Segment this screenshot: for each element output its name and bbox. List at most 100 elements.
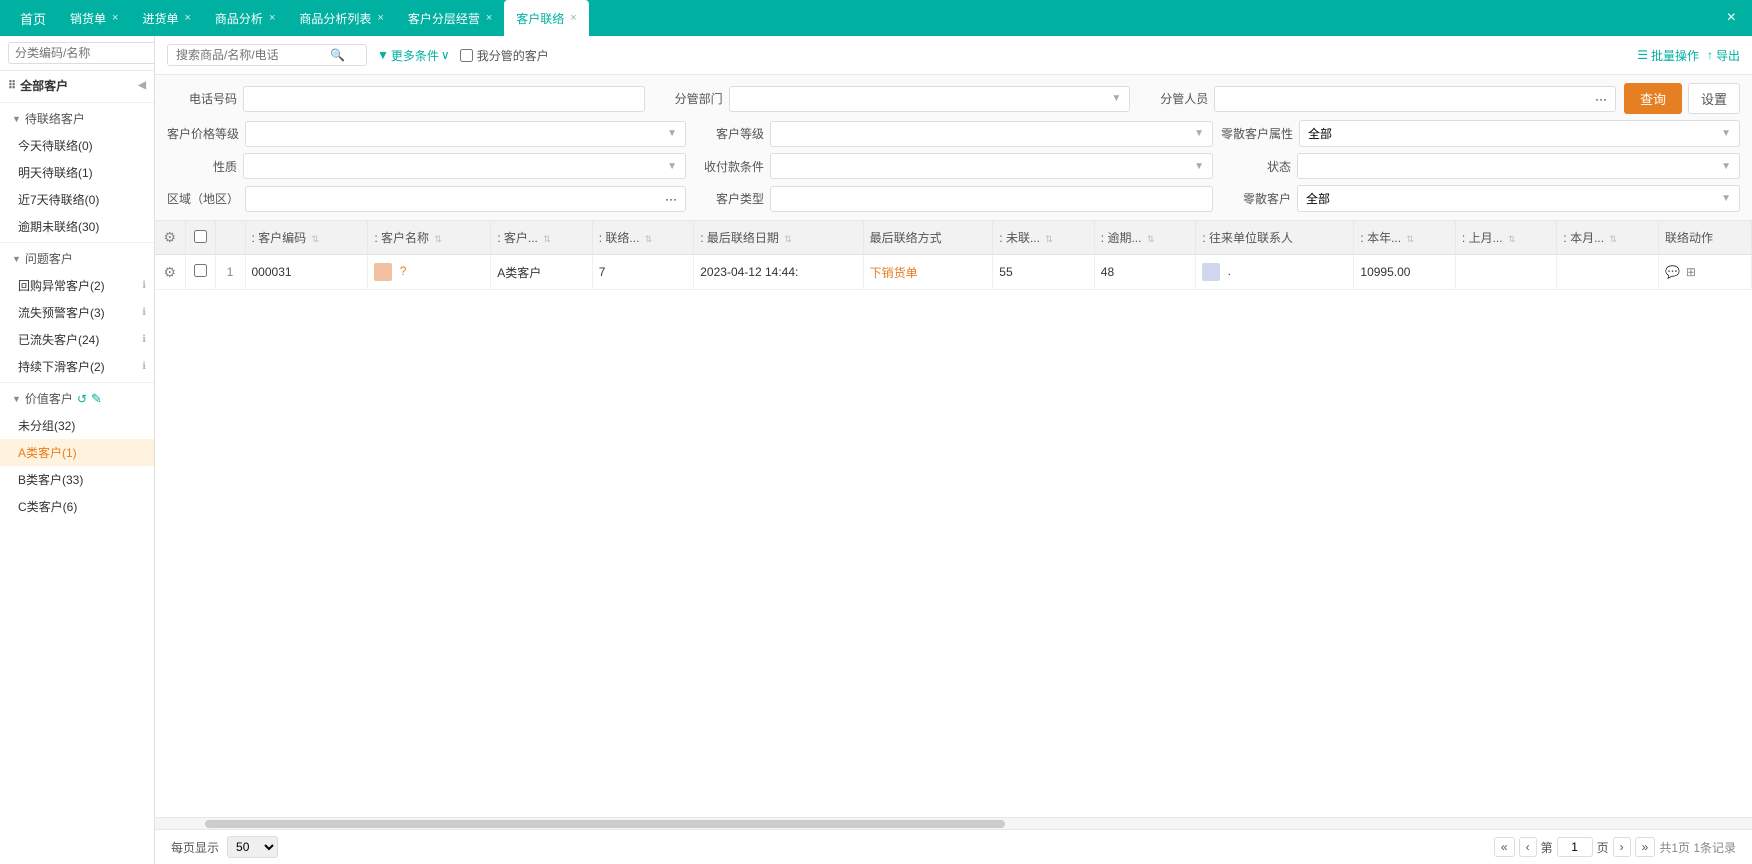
more-filters-button[interactable]: ▼ 更多条件 ∨ [377, 47, 450, 64]
message-icon[interactable]: 💬 [1665, 265, 1680, 279]
filter-region-input[interactable]: ··· [245, 186, 686, 212]
filter-phone-input[interactable] [243, 86, 645, 112]
sort-overdue-icon[interactable]: ⇅ [1147, 234, 1155, 244]
filter-icon: ▼ [377, 48, 389, 62]
sort-nocontact-icon[interactable]: ⇅ [1045, 234, 1053, 244]
close-product-analysis-list[interactable]: × [377, 12, 383, 24]
sidebar-group-value[interactable]: ▼ 价值客户 ↺ ✎ [0, 385, 154, 412]
my-customers-check[interactable] [460, 49, 473, 62]
next-page-button[interactable]: › [1613, 837, 1631, 857]
customer-name-link[interactable]: ? [400, 264, 407, 278]
col-index [215, 221, 245, 255]
close-product-analysis[interactable]: × [269, 12, 275, 24]
col-last-date: : 最后联络日期 ⇅ [694, 221, 863, 255]
close-all-button[interactable]: × [1719, 9, 1744, 27]
sidebar-group-problem[interactable]: ▼ 问题客户 [0, 245, 154, 272]
per-page-select[interactable]: 50 100 200 [227, 836, 278, 858]
row-last-method: 下销货单 [863, 255, 993, 290]
row-gear-icon[interactable]: ⚙ [161, 264, 179, 281]
first-page-button[interactable]: « [1494, 837, 1515, 857]
filter-search-input[interactable] [176, 48, 326, 62]
info-icon-1: ℹ [142, 280, 146, 291]
filter-phone: 电话号码 [167, 86, 645, 112]
nav-customer-tier[interactable]: 客户分层经营 × [396, 0, 504, 36]
nav-product-analysis[interactable]: 商品分析 × [203, 0, 287, 36]
filter-status-select[interactable]: ▼ [1297, 153, 1740, 179]
last-page-button[interactable]: » [1635, 837, 1656, 857]
info-icon-4: ℹ [142, 361, 146, 372]
sidebar-item-class-a[interactable]: A类客户(1) [0, 439, 154, 466]
sidebar-group-pending[interactable]: ▼ 待联络客户 [0, 105, 154, 132]
nav-home[interactable]: 首页 [8, 0, 58, 36]
export-button[interactable]: ↑ 导出 [1707, 47, 1740, 64]
sort-contact-icon[interactable]: ⇅ [645, 234, 653, 244]
advanced-filters: 电话号码 分管部门 ▼ 分管人员 ··· [155, 75, 1752, 221]
close-sales-order[interactable]: × [112, 12, 118, 24]
filter-nature-select[interactable]: ▼ [243, 153, 686, 179]
qr-icon[interactable]: ⊞ [1686, 265, 1696, 279]
my-customers-checkbox[interactable]: 我分管的客户 [460, 47, 549, 64]
scrollbar-thumb[interactable] [205, 820, 1005, 828]
sidebar-all-customers[interactable]: ⠿ 全部客户 ◀ [0, 71, 154, 100]
chevron-dept: ▼ [1111, 93, 1121, 104]
sort-name-icon[interactable]: ⇅ [434, 234, 442, 244]
filter-actions: ☰ 批量操作 ↑ 导出 [1637, 47, 1740, 64]
sort-thismonth-icon[interactable]: ⇅ [1609, 234, 1617, 244]
filter-nature-label: 性质 [167, 158, 237, 175]
batch-operation-button[interactable]: ☰ 批量操作 [1637, 47, 1699, 64]
row-checkbox[interactable] [194, 264, 207, 277]
page-number-input[interactable] [1557, 837, 1593, 857]
col-no-contact: : 未联... ⇅ [993, 221, 1095, 255]
sidebar-item-churned[interactable]: 已流失客户(24) ℹ [0, 326, 154, 353]
filter-scatter-select[interactable]: 全部 ▼ [1299, 120, 1740, 147]
sidebar-search-input[interactable] [8, 42, 155, 64]
sidebar-item-unclassified[interactable]: 未分组(32) [0, 412, 154, 439]
filter-customer-level-select[interactable]: ▼ [770, 121, 1213, 147]
filter-customer-level-label: 客户等级 [694, 125, 764, 142]
refresh-icon[interactable]: ↺ [77, 392, 87, 406]
sidebar-item-class-b[interactable]: B类客户(33) [0, 466, 154, 493]
sort-date-icon[interactable]: ⇅ [784, 234, 792, 244]
row-code: 000031 [245, 255, 368, 290]
sidebar-item-declining[interactable]: 持续下滑客户(2) ℹ [0, 353, 154, 380]
filter-search-icon[interactable]: 🔍 [330, 48, 345, 62]
settings-button[interactable]: 设置 [1688, 83, 1740, 114]
sort-year-icon[interactable]: ⇅ [1406, 234, 1414, 244]
close-customer-contact[interactable]: × [570, 12, 576, 24]
nav-sales-order[interactable]: 销货单 × [58, 0, 130, 36]
sort-lastmonth-icon[interactable]: ⇅ [1508, 234, 1516, 244]
sidebar-item-class-c[interactable]: C类客户(6) [0, 493, 154, 520]
horizontal-scrollbar[interactable] [155, 817, 1752, 829]
filter-price-select[interactable]: ▼ [245, 121, 686, 147]
gear-icon[interactable]: ⚙ [161, 229, 179, 246]
prev-page-button[interactable]: ‹ [1519, 837, 1537, 857]
nav-product-analysis-list[interactable]: 商品分析列表 × [287, 0, 395, 36]
nav-customer-contact[interactable]: 客户联络 × [504, 0, 588, 36]
triangle-icon: ▼ [12, 114, 21, 124]
select-all-checkbox[interactable] [194, 230, 207, 243]
sidebar-item-churn-warning[interactable]: 流失预警客户(3) ℹ [0, 299, 154, 326]
row-overdue: 48 [1094, 255, 1196, 290]
sort-type-icon[interactable]: ⇅ [543, 234, 551, 244]
sort-code-icon[interactable]: ⇅ [312, 234, 320, 244]
nav-purchase-order[interactable]: 进货单 × [130, 0, 202, 36]
filter-payment-select[interactable]: ▼ [770, 153, 1213, 179]
sidebar-item-overdue-contact[interactable]: 逾期未联络(30) [0, 213, 154, 240]
row-name: ? [368, 255, 491, 290]
query-button[interactable]: 查询 [1624, 83, 1682, 114]
chevron-status: ▼ [1721, 161, 1731, 172]
sidebar-item-repurchase-abnormal[interactable]: 回购异常客户(2) ℹ [0, 272, 154, 299]
filter-dept-select[interactable]: ▼ [729, 86, 1131, 112]
filter-manager-input[interactable]: ··· [1214, 86, 1616, 112]
last-method-link[interactable]: 下销货单 [870, 266, 918, 280]
sidebar-item-7day-pending[interactable]: 近7天待联络(0) [0, 186, 154, 213]
row-last-date: 2023-04-12 14:44: [694, 255, 863, 290]
edit-icon[interactable]: ✎ [91, 391, 102, 407]
filter-customer-type-input[interactable] [770, 186, 1213, 212]
close-purchase-order[interactable]: × [184, 12, 190, 24]
close-customer-tier[interactable]: × [486, 12, 492, 24]
filter-scatter-customer-select[interactable]: 全部 ▼ [1297, 185, 1740, 212]
sidebar-item-today-pending[interactable]: 今天待联络(0) [0, 132, 154, 159]
sidebar-item-tomorrow-pending[interactable]: 明天待联络(1) [0, 159, 154, 186]
col-action: 联络动作 [1658, 221, 1751, 255]
